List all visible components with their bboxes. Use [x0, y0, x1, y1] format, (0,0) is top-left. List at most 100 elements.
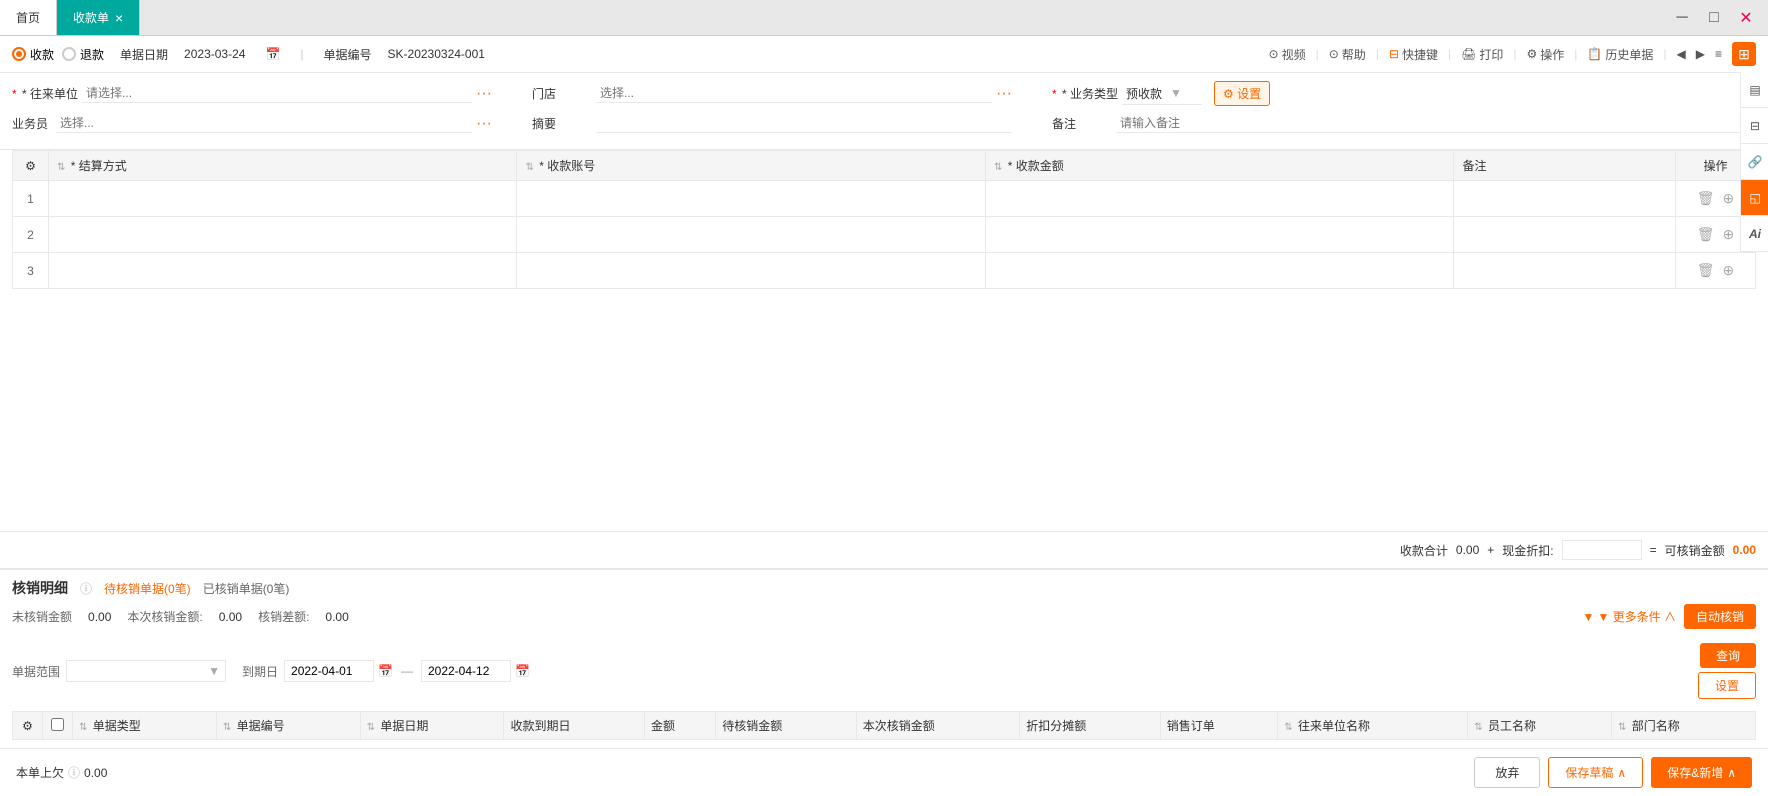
radio-refund-label: 退款 — [80, 46, 104, 63]
row1-amount[interactable] — [985, 181, 1453, 217]
row3-delete-icon[interactable]: 🗑 — [1697, 262, 1715, 279]
shortcut-link[interactable]: ⊟ 快捷键 — [1389, 46, 1438, 63]
unverified-label: 未核销金额 — [12, 608, 72, 625]
row3-account[interactable] — [517, 253, 985, 289]
hx-done-tab[interactable]: 已核销单据(0笔) — [203, 580, 290, 597]
right-panel-btn-2[interactable]: ⊟ — [1741, 108, 1768, 144]
staff-label: 业务员 — [12, 115, 52, 132]
grid-icon-btn[interactable]: ⊞ — [1732, 42, 1756, 66]
right-panel-icon-3: 🔗 — [1748, 155, 1763, 169]
row2-amount[interactable] — [985, 217, 1453, 253]
auto-hx-button[interactable]: 自动核销 — [1684, 604, 1756, 629]
hx-header: 核销明细 ⓘ 待核销单据(0笔) 已核销单据(0笔) — [12, 578, 1756, 598]
video-link[interactable]: ⊙ 视频 — [1269, 46, 1306, 63]
right-panel-btn-3[interactable]: 🔗 — [1741, 144, 1768, 180]
remark-input[interactable] — [596, 114, 1012, 133]
radio-refund[interactable]: 退款 — [62, 46, 104, 63]
date-to-input[interactable] — [421, 660, 511, 682]
discount-input[interactable] — [1562, 540, 1642, 560]
row1-copy-icon[interactable]: ⊕ — [1723, 190, 1735, 207]
footer-info: 本单上欠 ⓘ 0.00 — [16, 764, 107, 781]
hx-setting-button[interactable]: 设置 — [1698, 672, 1756, 699]
window-minimize-button[interactable]: ─ — [1668, 4, 1696, 32]
note-label: 备注 — [1052, 115, 1112, 132]
print-link[interactable]: 🖨 打印 — [1461, 46, 1503, 63]
history-link[interactable]: 📋 历史单据 — [1587, 46, 1653, 63]
radio-receive[interactable]: 收款 — [12, 46, 54, 63]
ops-link[interactable]: ⚙ 操作 — [1527, 46, 1565, 63]
staff-input[interactable] — [56, 114, 472, 133]
setting-button[interactable]: ⚙ 设置 — [1214, 81, 1270, 106]
hx-th-this-time: 本次核销金额 — [856, 712, 1020, 740]
right-panel-btn-4[interactable]: ◱ — [1741, 180, 1768, 216]
this-time-label: 本次核销金额: — [127, 608, 202, 625]
select-all-checkbox[interactable] — [51, 718, 64, 731]
help-link[interactable]: ⊙ 帮助 — [1329, 46, 1366, 63]
nav-next[interactable]: ▶ — [1696, 47, 1705, 61]
save-new-button[interactable]: 保存&新增 ∧ — [1651, 757, 1752, 788]
ai-button[interactable]: Ai — [1741, 216, 1768, 252]
window-close-button[interactable]: ✕ — [1732, 4, 1760, 32]
biz-type-select[interactable]: 预收款 ▼ — [1122, 83, 1202, 105]
grid-icon: ⊞ — [1738, 46, 1750, 63]
nav-prev[interactable]: ◀ — [1677, 47, 1686, 61]
date-calendar-icon[interactable]: 📅 — [265, 47, 280, 61]
hx-section: 核销明细 ⓘ 待核销单据(0笔) 已核销单据(0笔) 未核销金额 0.00 本次… — [0, 568, 1768, 748]
right-panel-btn-1[interactable]: ▤ — [1741, 72, 1768, 108]
save-draft-button[interactable]: 保存草稿 ∧ — [1548, 757, 1643, 788]
shop-field: 门店 ··· — [532, 84, 1012, 103]
row1-account[interactable] — [517, 181, 985, 217]
print-icon: 🖨 — [1461, 47, 1476, 61]
footer-info-icon[interactable]: ⓘ — [68, 764, 80, 781]
bill-range-label: 单据范围 — [12, 663, 60, 680]
window-maximize-button[interactable]: □ — [1700, 4, 1728, 32]
layout-btn[interactable]: ≡ — [1715, 47, 1722, 61]
row3-settlement[interactable] — [49, 253, 517, 289]
note-input[interactable] — [1116, 114, 1756, 133]
hx-th-type: ⇅ 单据类型 — [73, 712, 217, 740]
row3-copy-icon[interactable]: ⊕ — [1723, 262, 1735, 279]
row2-copy-icon[interactable]: ⊕ — [1723, 226, 1735, 243]
date-from-input[interactable] — [284, 660, 374, 682]
hx-th-checkbox[interactable] — [43, 712, 73, 740]
row1-delete-icon[interactable]: 🗑 — [1697, 190, 1715, 207]
biz-type-field: * * 业务类型 预收款 ▼ — [1052, 83, 1202, 105]
hx-pending-tab[interactable]: 待核销单据(0笔) — [104, 580, 191, 597]
hx-info-icon[interactable]: ⓘ — [80, 580, 92, 597]
bill-range-select[interactable] — [66, 660, 226, 682]
more-conditions-btn[interactable]: ▼ ▼ 更多条件 ∧ — [1583, 608, 1676, 625]
tab-close-icon[interactable]: × — [115, 10, 123, 26]
hx-sort-1: ⇅ — [79, 722, 87, 733]
row2-account[interactable] — [517, 217, 985, 253]
remark-label: 摘要 — [532, 115, 592, 132]
form-row-1: * * 往来单位 ··· 门店 ··· * * 业务类型 预收款 — [12, 81, 1756, 106]
date-to-calendar-icon[interactable]: 📅 — [515, 664, 530, 678]
row2-settlement[interactable] — [49, 217, 517, 253]
th-gear[interactable]: ⚙ — [13, 151, 49, 181]
tab-home[interactable]: 首页 — [0, 0, 57, 35]
shop-input[interactable] — [596, 84, 992, 103]
date-from-calendar-icon[interactable]: 📅 — [378, 664, 393, 678]
hx-sort-12: ⇅ — [1618, 722, 1626, 733]
help-label: 帮助 — [1342, 46, 1366, 63]
table-row: 2 🗑 ⊕ — [13, 217, 1756, 253]
row3-note[interactable] — [1454, 253, 1676, 289]
shop-more-btn[interactable]: ··· — [996, 86, 1012, 102]
query-button[interactable]: 查询 — [1700, 643, 1756, 668]
tab-active[interactable]: 收款单 × — [57, 0, 140, 35]
row2-delete-icon[interactable]: 🗑 — [1697, 226, 1715, 243]
biz-type-label: * * 业务类型 — [1052, 85, 1118, 102]
row1-note[interactable] — [1454, 181, 1676, 217]
discard-button[interactable]: 放弃 — [1474, 757, 1540, 788]
row2-note[interactable] — [1454, 217, 1676, 253]
counterparty-more-btn[interactable]: ··· — [476, 86, 492, 102]
table-wrap: ⚙ ⇅ * 结算方式 ⇅ * 收款账号 ⇅ * 收款金额 — [0, 150, 1768, 531]
staff-more-btn[interactable]: ··· — [476, 116, 492, 132]
th-settlement: ⇅ * 结算方式 — [49, 151, 517, 181]
hx-th-gear[interactable]: ⚙ — [13, 712, 43, 740]
row1-settlement[interactable] — [49, 181, 517, 217]
video-icon: ⊙ — [1269, 47, 1279, 61]
hx-stats: 未核销金额 0.00 本次核销金额: 0.00 核销差额: 0.00 ▼ ▼ 更… — [12, 604, 1756, 629]
row3-amount[interactable] — [985, 253, 1453, 289]
counterparty-input[interactable] — [82, 84, 472, 103]
